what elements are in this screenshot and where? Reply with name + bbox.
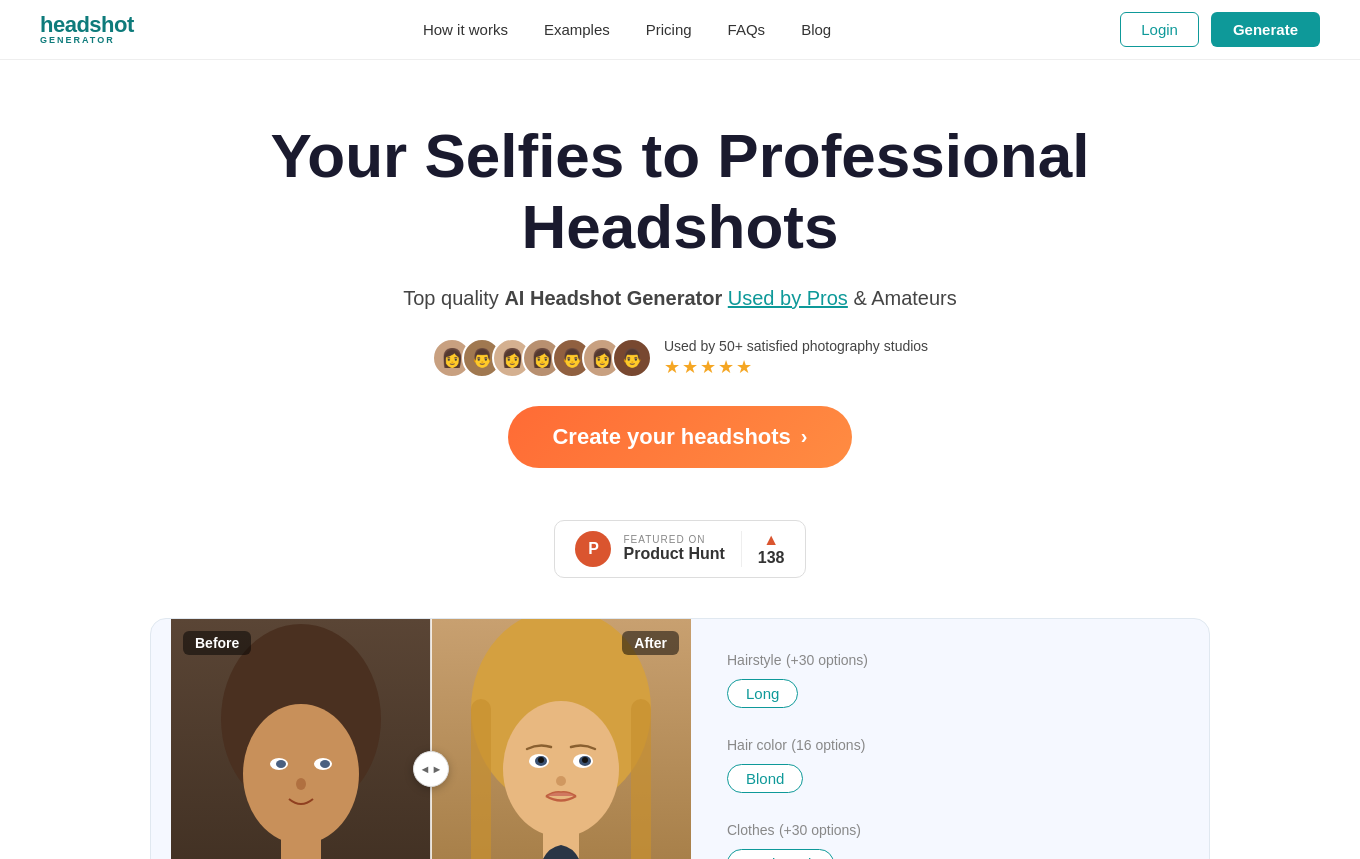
nav-links: How it works Examples Pricing FAQs Blog: [423, 21, 831, 38]
ph-vote-count: 138: [758, 549, 785, 567]
cta-label: Create your headshots: [552, 424, 790, 450]
clothes-option-group: Clothes (+30 options) Turtleneck: [727, 821, 1153, 859]
svg-rect-10: [471, 699, 491, 859]
slider-icon: ◄►: [420, 763, 443, 775]
sub-text1: Top quality: [403, 287, 504, 309]
hair-color-selected-tag[interactable]: Blond: [727, 764, 803, 793]
before-face-svg: [171, 619, 431, 859]
clothes-label: Clothes (+30 options): [727, 821, 1153, 839]
generate-button[interactable]: Generate: [1211, 12, 1320, 47]
svg-point-12: [503, 701, 619, 837]
svg-point-19: [556, 776, 566, 786]
nav-link-examples[interactable]: Examples: [544, 21, 610, 38]
image-slider-control[interactable]: ◄►: [413, 751, 449, 787]
nav-actions: Login Generate: [1120, 12, 1320, 47]
hairstyle-label: Hairstyle (+30 options): [727, 651, 1153, 669]
ph-votes: ▲ 138: [741, 531, 785, 567]
headline-line2: Headshots: [522, 192, 839, 261]
hairstyle-option-group: Hairstyle (+30 options) Long: [727, 651, 1153, 708]
avatar-stack: 👩 👨 👩 👩 👨 👩 👨: [432, 338, 652, 378]
sub-link[interactable]: Used by Pros: [728, 287, 848, 309]
clothes-selected-tag[interactable]: Turtleneck: [727, 849, 834, 859]
avatar-text: Used by 50+ satisfied photography studio…: [664, 338, 928, 354]
sub-bold: AI Headshot Generator: [504, 287, 722, 309]
svg-point-1: [243, 704, 359, 844]
before-half: [171, 619, 431, 859]
hair-color-label: Hair color (16 options): [727, 736, 1153, 754]
svg-point-4: [276, 760, 286, 768]
login-button[interactable]: Login: [1120, 12, 1199, 47]
svg-rect-11: [631, 699, 651, 859]
demo-section: Before After ◄► Hairstyle (+30 options) …: [150, 618, 1210, 859]
ph-featured-label: FEATURED ON: [623, 534, 724, 545]
hair-color-option-group: Hair color (16 options) Blond: [727, 736, 1153, 793]
logo[interactable]: headshot generator: [40, 14, 134, 45]
product-hunt-badge[interactable]: P FEATURED ON Product Hunt ▲ 138: [554, 520, 805, 578]
svg-point-18: [582, 757, 588, 763]
nav-link-blog[interactable]: Blog: [801, 21, 831, 38]
stars-rating: ★★★★★: [664, 356, 928, 378]
cta-arrow-icon: ›: [801, 425, 808, 448]
nav-link-faqs[interactable]: FAQs: [728, 21, 766, 38]
demo-options-panel: Hairstyle (+30 options) Long Hair color …: [691, 619, 1189, 859]
before-label: Before: [183, 631, 251, 655]
ph-icon: P: [575, 531, 611, 567]
after-face-svg: [431, 619, 691, 859]
ph-upvote-icon: ▲: [763, 531, 779, 549]
after-half: [431, 619, 691, 859]
avatar-7: 👨: [612, 338, 652, 378]
after-label: After: [622, 631, 679, 655]
logo-main-text: headshot: [40, 14, 134, 36]
svg-point-5: [320, 760, 330, 768]
sub-text2: & Amateurs: [848, 287, 957, 309]
nav-link-pricing[interactable]: Pricing: [646, 21, 692, 38]
slider-line: [430, 619, 432, 859]
ph-text: FEATURED ON Product Hunt: [623, 534, 724, 563]
hero-section: Your Selfies to Professional Headshots T…: [0, 60, 1360, 618]
hero-subtext: Top quality AI Headshot Generator Used b…: [20, 287, 1340, 310]
headline-line1: Your Selfies to Professional: [271, 121, 1090, 190]
nav-link-how-it-works[interactable]: How it works: [423, 21, 508, 38]
hairstyle-selected-tag[interactable]: Long: [727, 679, 798, 708]
avatars-row: 👩 👨 👩 👩 👨 👩 👨 Used by 50+ satisfied phot…: [20, 338, 1340, 378]
avatar-info: Used by 50+ satisfied photography studio…: [664, 338, 928, 378]
before-after-container: Before After ◄►: [171, 619, 691, 859]
ph-product-name: Product Hunt: [623, 545, 724, 563]
svg-rect-7: [281, 837, 321, 859]
svg-point-17: [538, 757, 544, 763]
logo-sub-text: generator: [40, 36, 134, 45]
navbar: headshot generator How it works Examples…: [0, 0, 1360, 60]
svg-point-6: [296, 778, 306, 790]
hero-headline: Your Selfies to Professional Headshots: [250, 120, 1110, 263]
create-headshots-button[interactable]: Create your headshots ›: [508, 406, 851, 468]
